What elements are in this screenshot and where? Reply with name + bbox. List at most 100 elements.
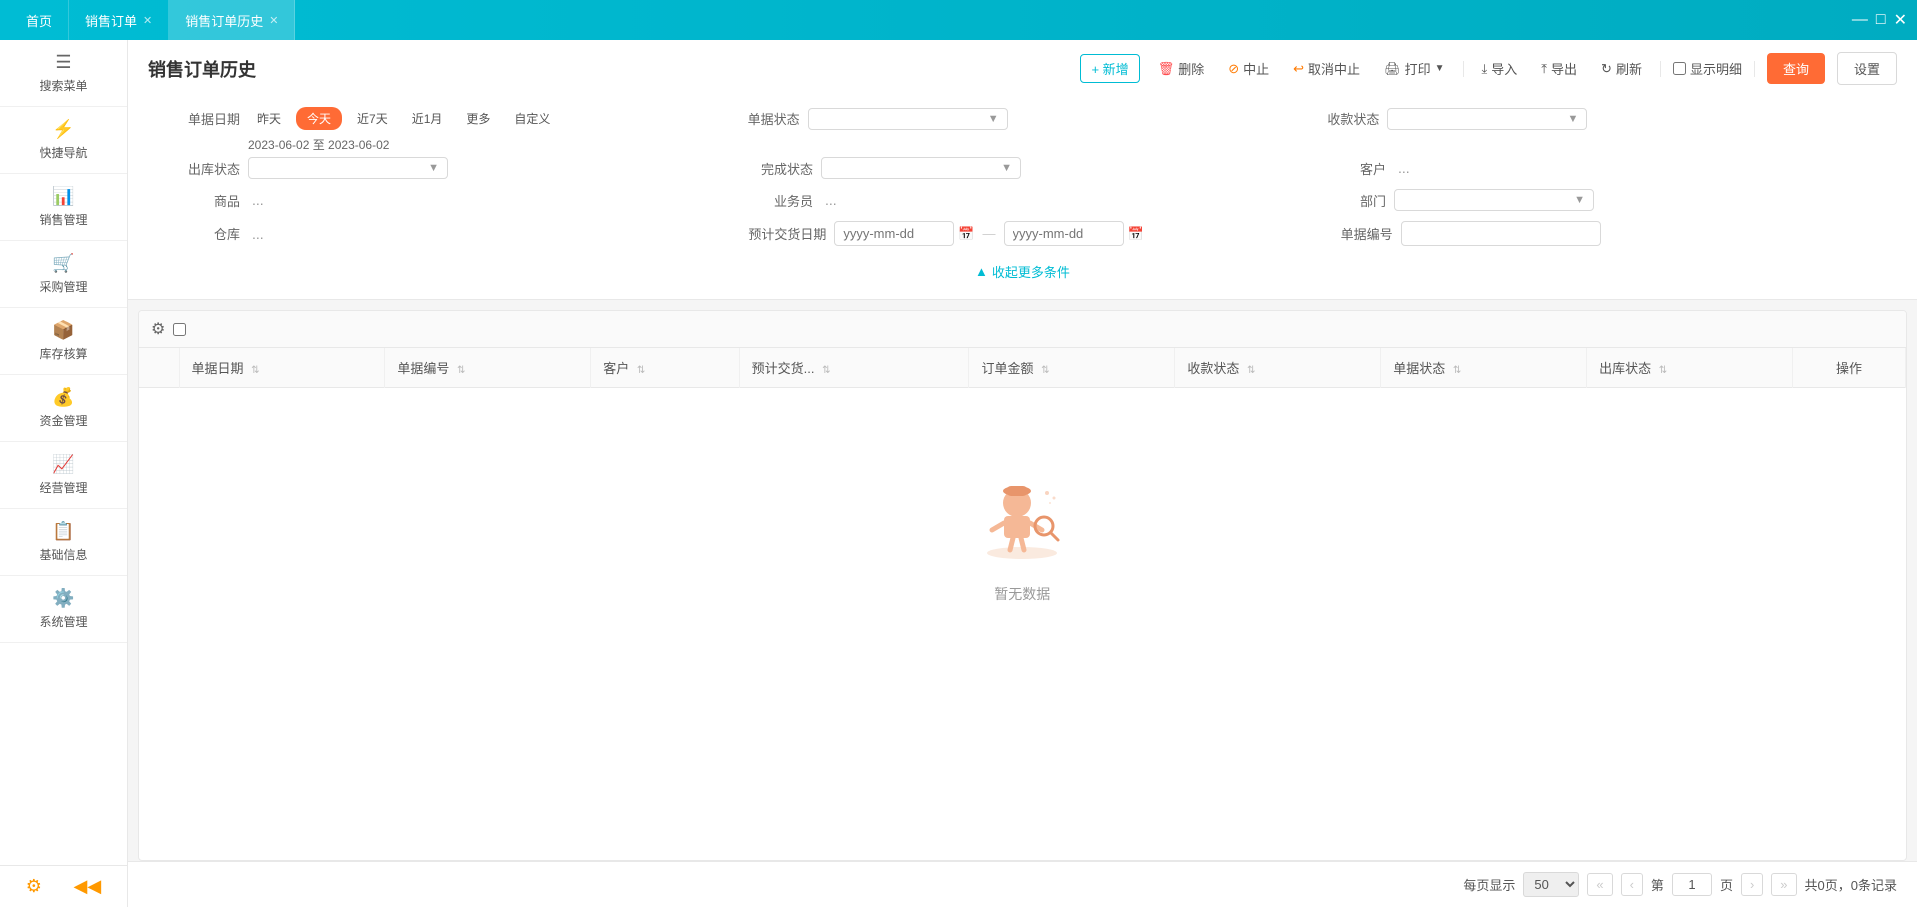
th-order-status-sort-icon[interactable]: ⇅ bbox=[1453, 365, 1461, 376]
delivery-date-end[interactable] bbox=[1004, 221, 1124, 246]
delete-btn[interactable]: 🗑 删除 bbox=[1152, 55, 1211, 82]
display-toggle-checkbox[interactable] bbox=[1673, 62, 1686, 75]
new-btn-label: + 新增 bbox=[1091, 59, 1128, 78]
sidebar-item-search-menu[interactable]: ☰ 搜索菜单 bbox=[0, 40, 127, 107]
sidebar-item-ops-mgmt[interactable]: 📈 经营管理 bbox=[0, 442, 127, 509]
warehouse-label: 仓库 bbox=[168, 224, 248, 243]
filter-row-2: 出库状态 ▼ 完成状态 ▼ 客户 bbox=[168, 157, 1877, 179]
sidebar-settings-icon[interactable]: ⚙ bbox=[26, 876, 42, 897]
page-input[interactable] bbox=[1672, 873, 1712, 896]
th-pay-status-sort-icon[interactable]: ⇅ bbox=[1247, 365, 1255, 376]
th-date-sort-icon[interactable]: ⇅ bbox=[251, 365, 259, 376]
sidebar-item-basic-info[interactable]: 📋 基础信息 bbox=[0, 509, 127, 576]
collapse-row[interactable]: ▲ 收起更多条件 bbox=[168, 256, 1877, 287]
th-date[interactable]: 单据日期 ⇅ bbox=[179, 348, 385, 388]
order-no-input[interactable] bbox=[1401, 221, 1601, 246]
sidebar-item-inventory[interactable]: 📦 库存核算 bbox=[0, 308, 127, 375]
collapse-label: 收起更多条件 bbox=[992, 262, 1070, 281]
pay-status-select[interactable]: ▼ bbox=[1387, 108, 1587, 130]
salesman-picker-btn[interactable]: ... bbox=[821, 192, 841, 208]
th-customer[interactable]: 客户 ⇅ bbox=[591, 348, 739, 388]
tab-sales-order-history[interactable]: 销售订单历史 ✕ bbox=[169, 0, 295, 40]
calendar-start-icon[interactable]: 📅 bbox=[958, 226, 974, 242]
sidebar-item-purchase-mgmt[interactable]: 🛒 采购管理 bbox=[0, 241, 127, 308]
th-pay-status[interactable]: 收款状态 ⇅ bbox=[1175, 348, 1381, 388]
close-history-tab-icon[interactable]: ✕ bbox=[269, 14, 278, 27]
sys-mgmt-icon: ⚙️ bbox=[52, 588, 74, 609]
date-1month[interactable]: 近1月 bbox=[403, 107, 452, 130]
order-no-field bbox=[1401, 221, 1877, 246]
th-delivery-date[interactable]: 预计交货... ⇅ bbox=[739, 348, 969, 388]
delivery-date-start[interactable] bbox=[834, 221, 954, 246]
date-custom[interactable]: 自定义 bbox=[505, 107, 559, 130]
complete-status-select[interactable]: ▼ bbox=[821, 157, 1021, 179]
product-picker-btn[interactable]: ... bbox=[248, 192, 268, 208]
close-sales-order-tab-icon[interactable]: ✕ bbox=[143, 14, 152, 27]
date-range-text: 2023-06-02 至 2023-06-02 bbox=[248, 136, 389, 153]
settings-btn-label: 设置 bbox=[1854, 62, 1880, 77]
tab-home[interactable]: 首页 bbox=[10, 0, 69, 40]
window-min-icon[interactable]: — bbox=[1852, 11, 1868, 29]
dept-select[interactable]: ▼ bbox=[1394, 189, 1594, 211]
prev-page-btn[interactable]: ‹ bbox=[1621, 873, 1643, 896]
th-customer-sort-icon[interactable]: ⇅ bbox=[637, 365, 645, 376]
salesman-field: ... bbox=[821, 192, 1304, 208]
page-size-label: 每页显示 bbox=[1463, 875, 1515, 894]
cancel-stop-btn[interactable]: ↩ 取消中止 bbox=[1287, 55, 1366, 82]
th-amount-sort-icon[interactable]: ⇅ bbox=[1041, 365, 1049, 376]
sidebar-item-sales-mgmt[interactable]: 📊 销售管理 bbox=[0, 174, 127, 241]
display-toggle[interactable]: 显示明细 bbox=[1673, 59, 1742, 78]
new-btn[interactable]: + 新增 bbox=[1080, 54, 1139, 83]
next-page-btn[interactable]: › bbox=[1741, 873, 1763, 896]
date-7days[interactable]: 近7天 bbox=[348, 107, 397, 130]
outbound-status-select[interactable]: ▼ bbox=[248, 157, 448, 179]
first-page-btn[interactable]: « bbox=[1587, 873, 1612, 896]
query-btn-label: 查询 bbox=[1783, 62, 1809, 77]
calendar-end-icon[interactable]: 📅 bbox=[1128, 226, 1144, 242]
th-actions-label: 操作 bbox=[1836, 361, 1862, 376]
import-btn[interactable]: ⤓ 导入 bbox=[1476, 55, 1524, 82]
customer-picker-btn[interactable]: ... bbox=[1394, 160, 1414, 176]
filter-row-3: 商品 ... 业务员 ... 部门 ▼ bbox=[168, 189, 1877, 211]
th-order-no[interactable]: 单据编号 ⇅ bbox=[385, 348, 591, 388]
last-page-btn[interactable]: » bbox=[1771, 873, 1796, 896]
table-settings-icon[interactable]: ⚙ bbox=[151, 319, 165, 339]
th-amount[interactable]: 订单金额 ⇅ bbox=[969, 348, 1175, 388]
sidebar-item-sys-mgmt[interactable]: ⚙️ 系统管理 bbox=[0, 576, 127, 643]
date-yesterday[interactable]: 昨天 bbox=[248, 107, 290, 130]
sidebar-item-ops-mgmt-label: 经营管理 bbox=[39, 479, 87, 496]
export-btn[interactable]: ⤒ 导出 bbox=[1535, 55, 1583, 82]
th-order-status[interactable]: 单据状态 ⇅ bbox=[1381, 348, 1587, 388]
outbound-status-arrow: ▼ bbox=[428, 162, 439, 174]
table-container: ⚙ 单据日期 ⇅ 单据编号 ⇅ bbox=[138, 310, 1907, 861]
export-icon: ⤒ bbox=[1541, 61, 1547, 77]
th-outbound-status-sort-icon[interactable]: ⇅ bbox=[1659, 365, 1667, 376]
th-order-no-sort-icon[interactable]: ⇅ bbox=[457, 365, 465, 376]
page-size-select[interactable]: 10 20 50 100 bbox=[1523, 872, 1579, 897]
query-btn[interactable]: 查询 bbox=[1767, 53, 1825, 84]
sidebar-item-capital-mgmt[interactable]: 💰 资金管理 bbox=[0, 375, 127, 442]
window-close-icon[interactable]: ✕ bbox=[1894, 10, 1907, 30]
status-select[interactable]: ▼ bbox=[808, 108, 1008, 130]
date-more[interactable]: 更多 bbox=[457, 107, 499, 130]
quick-nav-icon: ⚡ bbox=[52, 119, 74, 140]
print-btn[interactable]: 🖨 打印 ▼ bbox=[1378, 55, 1450, 82]
settings-btn[interactable]: 设置 bbox=[1837, 52, 1897, 85]
select-all-checkbox[interactable] bbox=[173, 323, 186, 336]
refresh-btn[interactable]: ↻ 刷新 bbox=[1595, 55, 1648, 82]
stop-btn[interactable]: ⊘ 中止 bbox=[1222, 55, 1275, 82]
sidebar-item-quick-nav[interactable]: ⚡ 快捷导航 bbox=[0, 107, 127, 174]
go-page-prefix: 第 bbox=[1651, 875, 1664, 894]
sidebar-speaker-icon[interactable]: ◀◀ bbox=[74, 876, 102, 897]
tab-sales-order[interactable]: 销售订单 ✕ bbox=[69, 0, 169, 40]
window-max-icon[interactable]: □ bbox=[1876, 11, 1886, 29]
last-page-icon: » bbox=[1780, 877, 1787, 892]
dept-field: ▼ bbox=[1394, 189, 1877, 211]
warehouse-picker-btn[interactable]: ... bbox=[248, 226, 268, 242]
th-outbound-status[interactable]: 出库状态 ⇅ bbox=[1587, 348, 1793, 388]
date-today[interactable]: 今天 bbox=[296, 107, 342, 130]
tab-home-label: 首页 bbox=[26, 11, 52, 30]
window-controls: — □ ✕ bbox=[1852, 10, 1907, 30]
th-delivery-date-sort-icon[interactable]: ⇅ bbox=[822, 365, 830, 376]
sidebar-item-purchase-mgmt-label: 采购管理 bbox=[39, 278, 87, 295]
